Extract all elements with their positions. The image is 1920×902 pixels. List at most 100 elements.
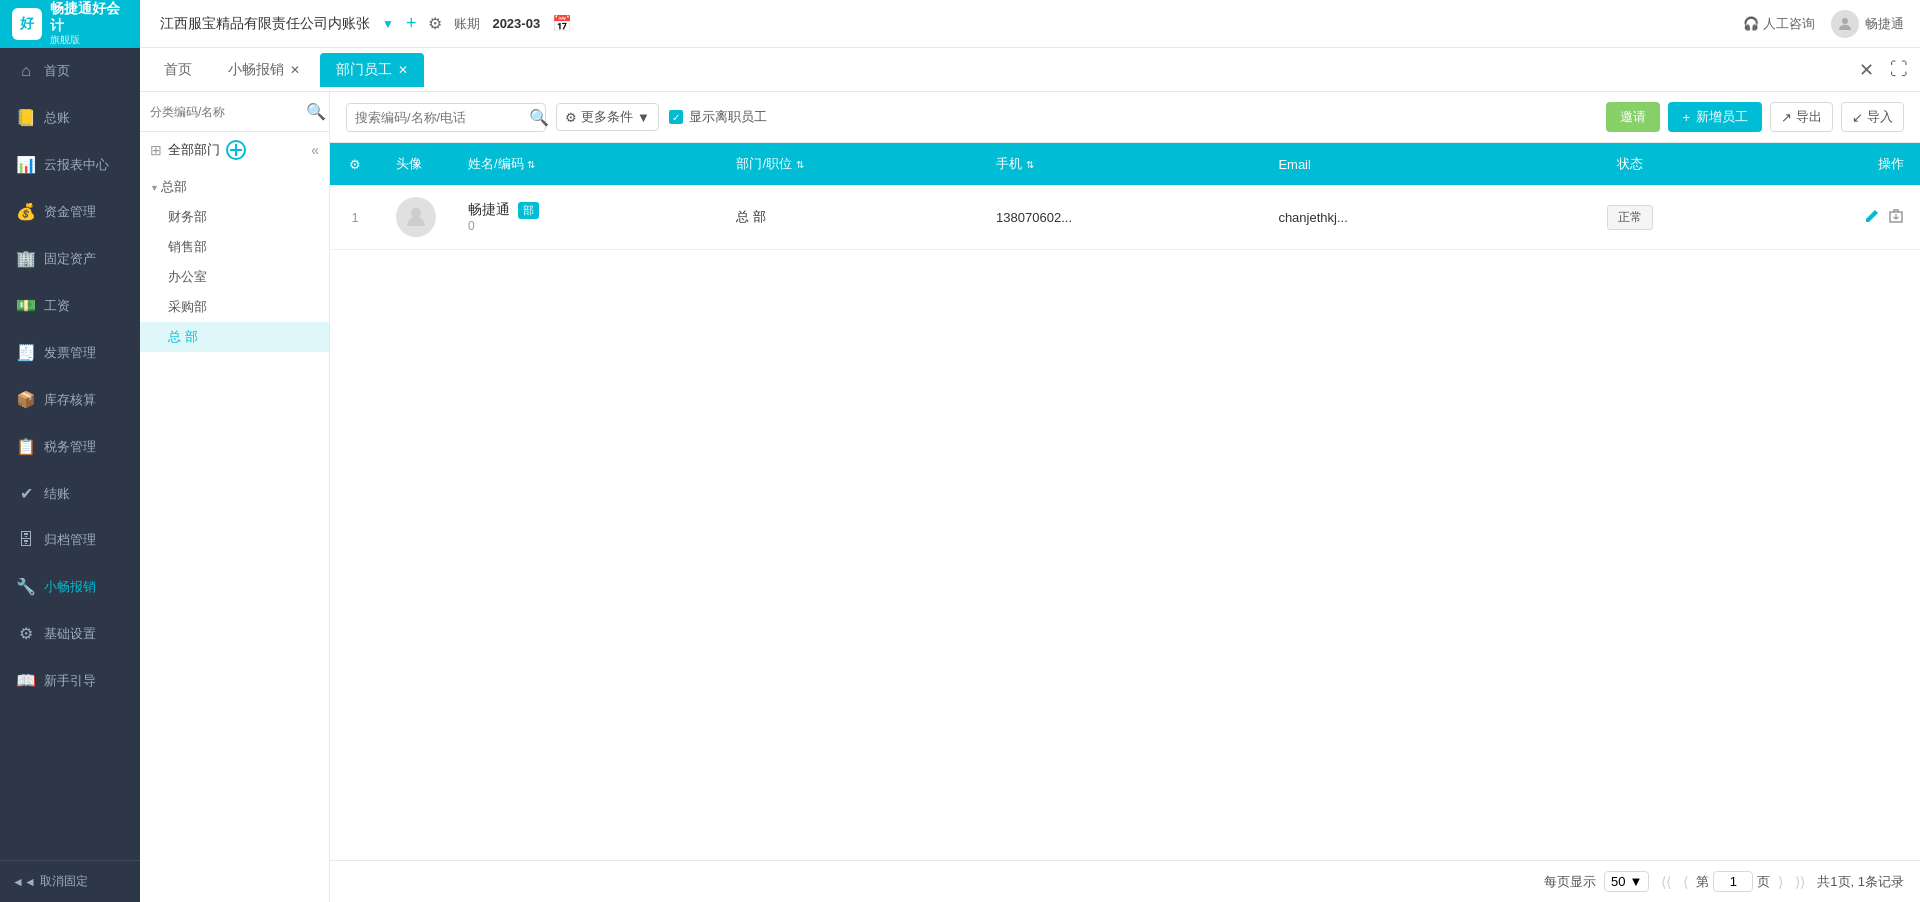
calendar-icon[interactable]: 📅 — [552, 14, 572, 33]
filter-icon: ⚙ — [565, 110, 577, 125]
sidebar: ⌂ 首页 📒 总账 📊 云报表中心 💰 资金管理 🏢 固定资产 💵 工资 🧾 发… — [0, 48, 140, 902]
window-close-btn[interactable]: ✕ — [1855, 55, 1878, 85]
table-settings-icon[interactable]: ⚙ — [349, 157, 361, 172]
user-area[interactable]: 畅捷通 — [1831, 10, 1904, 38]
page-suffix: 页 — [1757, 873, 1770, 891]
tree-panel: 🔍 ⊞ 全部部门 « 总部 财务部 — [140, 92, 330, 902]
period-label: 账期 — [454, 15, 480, 33]
sidebar-item-reports[interactable]: 📊 云报表中心 — [0, 141, 140, 188]
search-icon[interactable]: 🔍 — [529, 108, 549, 127]
top-bar: 好 畅捷通好会计 旗舰版 江西服宝精品有限责任公司内账张 ▼ + ⚙ 账期 20… — [0, 0, 1920, 48]
tree-search-area: 🔍 — [140, 92, 329, 132]
search-box: 🔍 — [346, 103, 546, 132]
row-avatar — [380, 185, 452, 250]
settings-icon[interactable]: ⚙ — [428, 14, 442, 33]
add-company-btn[interactable]: + — [406, 13, 417, 34]
sidebar-item-home[interactable]: ⌂ 首页 — [0, 48, 140, 94]
tree-search-input[interactable] — [150, 105, 300, 119]
add-dept-btn[interactable] — [226, 140, 246, 160]
col-dept[interactable]: 部门/职位 — [720, 143, 980, 185]
add-employee-btn[interactable]: + 新增员工 — [1668, 102, 1762, 132]
tree-child-finance[interactable]: 财务部 — [140, 202, 329, 232]
main-panel: 🔍 ⚙ 更多条件 ▼ ✓ 显示离职员工 邀请 + — [330, 92, 1920, 902]
tab-expense[interactable]: 小畅报销 ✕ — [212, 53, 316, 87]
cancel-fixed-btn[interactable]: ◄◄ 取消固定 — [12, 873, 128, 890]
status-badge: 正常 — [1607, 205, 1653, 230]
next-page-btn[interactable]: ⟩ — [1774, 872, 1787, 892]
sidebar-item-funds[interactable]: 💰 资金管理 — [0, 188, 140, 235]
fullscreen-btn[interactable]: ⛶ — [1886, 55, 1912, 85]
invoice-icon: 🧾 — [16, 343, 36, 362]
tree-search-icon[interactable]: 🔍 — [306, 102, 326, 121]
app-title: 畅捷通好会计 — [50, 0, 128, 33]
export-btn[interactable]: ↗ 导出 — [1770, 102, 1833, 132]
row-email: chanjethkj... — [1262, 185, 1527, 250]
app-edition: 旗舰版 — [50, 33, 128, 47]
chevron-down-icon: ▼ — [637, 110, 650, 125]
sidebar-item-assets[interactable]: 🏢 固定资产 — [0, 235, 140, 282]
emp-name: 畅捷通 — [468, 201, 510, 217]
col-settings[interactable]: ⚙ — [330, 143, 380, 185]
sidebar-item-close[interactable]: ✔ 结账 — [0, 470, 140, 517]
page-input[interactable] — [1713, 871, 1753, 892]
period-value: 2023-03 — [492, 16, 540, 31]
tree-child-general[interactable]: 总 部 — [140, 322, 329, 352]
sidebar-item-tax[interactable]: 📋 税务管理 — [0, 423, 140, 470]
col-phone[interactable]: 手机 — [980, 143, 1262, 185]
filter-btn[interactable]: ⚙ 更多条件 ▼ — [556, 103, 659, 131]
tree-child-office[interactable]: 办公室 — [140, 262, 329, 292]
invite-btn[interactable]: 邀请 — [1606, 102, 1660, 132]
avatar-circle — [396, 197, 436, 237]
archive-icon: 🗄 — [16, 531, 36, 549]
employee-search-input[interactable] — [355, 110, 523, 125]
tab-dept-close[interactable]: ✕ — [398, 63, 408, 77]
last-page-btn[interactable]: ⟩⟩ — [1791, 872, 1809, 892]
sidebar-item-archive[interactable]: 🗄 归档管理 — [0, 517, 140, 563]
prev-page-btn[interactable]: ⟨ — [1679, 872, 1692, 892]
content-area: 首页 小畅报销 ✕ 部门员工 ✕ ✕ ⛶ 🔍 — [140, 48, 1920, 902]
xiaochang-icon: 🔧 — [16, 577, 36, 596]
sidebar-item-ledger[interactable]: 📒 总账 — [0, 94, 140, 141]
sidebar-item-xiaochang[interactable]: 🔧 小畅报销 — [0, 563, 140, 610]
funds-icon: 💰 — [16, 202, 36, 221]
company-dropdown-icon[interactable]: ▼ — [382, 17, 394, 31]
sidebar-item-salary[interactable]: 💵 工资 — [0, 282, 140, 329]
tree-child-sales[interactable]: 销售部 — [140, 232, 329, 262]
tree-child-purchase[interactable]: 采购部 — [140, 292, 329, 322]
sidebar-item-invoice[interactable]: 🧾 发票管理 — [0, 329, 140, 376]
reports-icon: 📊 — [16, 155, 36, 174]
tabs-bar: 首页 小畅报销 ✕ 部门员工 ✕ ✕ ⛶ — [140, 48, 1920, 92]
show-resigned-toggle[interactable]: ✓ 显示离职员工 — [669, 108, 767, 126]
tree-all-dept[interactable]: ⊞ 全部部门 « — [140, 132, 329, 168]
row-dept: 总 部 — [720, 185, 980, 250]
toolbar-right: 邀请 + 新增员工 ↗ 导出 ↙ 导入 — [1606, 102, 1904, 132]
tab-home[interactable]: 首页 — [148, 53, 208, 87]
import-btn[interactable]: ↙ 导入 — [1841, 102, 1904, 132]
settings-sidebar-icon: ⚙ — [16, 624, 36, 643]
resigned-checkbox[interactable]: ✓ — [669, 110, 683, 124]
home-icon: ⌂ — [16, 62, 36, 80]
toolbar: 🔍 ⚙ 更多条件 ▼ ✓ 显示离职员工 邀请 + — [330, 92, 1920, 143]
tab-dept[interactable]: 部门员工 ✕ — [320, 53, 424, 87]
per-page-select[interactable]: 50 ▼ — [1604, 871, 1649, 892]
logout-btn[interactable] — [1888, 208, 1904, 227]
tax-icon: 📋 — [16, 437, 36, 456]
tab-expense-close[interactable]: ✕ — [290, 63, 300, 77]
salary-icon: 💵 — [16, 296, 36, 315]
avatar — [1831, 10, 1859, 38]
col-name[interactable]: 姓名/编码 — [452, 143, 720, 185]
export-icon: ↗ — [1781, 110, 1792, 125]
service-btn[interactable]: 🎧 人工咨询 — [1743, 15, 1815, 33]
sidebar-item-guide[interactable]: 📖 新手引导 — [0, 657, 140, 704]
svg-point-0 — [1842, 18, 1848, 24]
row-status: 正常 — [1528, 185, 1732, 250]
col-actions: 操作 — [1732, 143, 1920, 185]
first-page-btn[interactable]: ⟨⟨ — [1657, 872, 1675, 892]
edit-btn[interactable] — [1864, 208, 1880, 227]
sidebar-item-settings[interactable]: ⚙ 基础设置 — [0, 610, 140, 657]
sidebar-item-inventory[interactable]: 📦 库存核算 — [0, 376, 140, 423]
per-page-label: 每页显示 — [1544, 873, 1596, 891]
tree-collapse-btn[interactable]: « — [311, 142, 319, 158]
user-name: 畅捷通 — [1865, 15, 1904, 33]
tree-parent-general[interactable]: 总部 — [140, 172, 329, 202]
